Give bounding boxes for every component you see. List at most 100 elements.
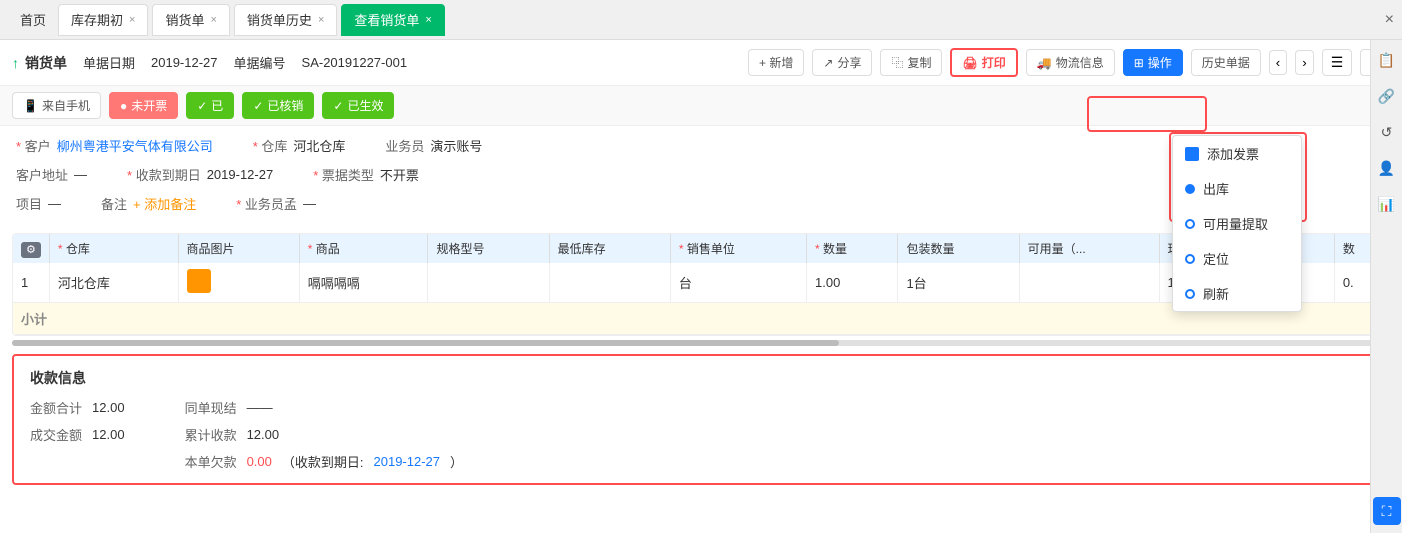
doc-date-label: 单据日期: [83, 53, 135, 72]
row-min-stock: [549, 263, 670, 303]
add-invoice-icon: [1185, 147, 1199, 161]
col-product: 商品: [299, 234, 428, 263]
sidebar-refresh-icon[interactable]: ↺: [1375, 120, 1399, 144]
employee-label: 业务员: [385, 136, 424, 155]
tab-sales-history[interactable]: 销货单历史 ×: [234, 4, 337, 36]
dropdown-available-qty[interactable]: 可用量提取: [1173, 206, 1301, 241]
address-value: —: [74, 167, 87, 182]
note-label: 备注: [101, 194, 127, 213]
logistics-icon: 🚚: [1037, 56, 1052, 70]
next-button[interactable]: ›: [1295, 50, 1313, 75]
dropdown-outbound[interactable]: 出库: [1173, 171, 1301, 206]
tab-close-sales[interactable]: ×: [210, 14, 216, 26]
doc-date-value: 2019-12-27: [151, 55, 218, 70]
right-sidebar: 📋 🔗 ↺ 👤 📊 ⛶: [1370, 40, 1402, 533]
from-phone-button[interactable]: 📱 来自手机: [12, 92, 101, 119]
project-field: 项目 —: [16, 194, 61, 213]
outbound-icon: [1185, 184, 1195, 194]
col-available: 可用量（...: [1019, 234, 1159, 263]
ticket-icon: ●: [120, 99, 127, 113]
sidebar-link-icon[interactable]: 🔗: [1375, 84, 1399, 108]
tab-close-inventory[interactable]: ×: [129, 14, 135, 26]
check-icon: ✓: [197, 99, 207, 113]
row-available: [1019, 263, 1159, 303]
tab-close-history[interactable]: ×: [318, 14, 324, 26]
employee-field: 业务员 演示账号: [385, 136, 482, 155]
tab-view-sales[interactable]: 查看销货单 ×: [341, 4, 444, 36]
row-index: 1: [13, 263, 49, 303]
row-qty: 1.00: [807, 263, 898, 303]
operations-button[interactable]: ⊞ 操作: [1123, 49, 1183, 76]
row-product: 嗝嗝嗝嗝: [299, 263, 428, 303]
product-image: [187, 269, 211, 293]
share-button[interactable]: ↗ 分享: [812, 49, 872, 76]
cancelled-button[interactable]: ✓ 已核销: [242, 92, 314, 119]
payment-col-left: 金额合计 12.00 成交金额 12.00: [30, 398, 125, 471]
horizontal-scrollbar[interactable]: [12, 340, 1390, 346]
effective-button[interactable]: ✓ 已生效: [322, 92, 394, 119]
cumulative-label: 累计收款: [185, 425, 237, 444]
outbound-label: 出库: [1203, 179, 1229, 198]
address-field: 客户地址 —: [16, 165, 87, 184]
available-qty-label: 可用量提取: [1203, 214, 1268, 233]
scrollbar-thumb[interactable]: [12, 340, 839, 346]
project-value: —: [48, 196, 61, 211]
row-spec: [428, 263, 549, 303]
col-warehouse: 仓库: [49, 234, 178, 263]
col-qty: 数量: [807, 234, 898, 263]
sidebar-expand-icon[interactable]: ⛶: [1373, 497, 1401, 525]
settings-icon[interactable]: ⚙: [21, 242, 41, 258]
locate-icon: [1185, 254, 1195, 264]
col-unit: 销售单位: [670, 234, 806, 263]
sidebar-chart-icon[interactable]: 📊: [1375, 192, 1399, 216]
col-pack-qty: 包装数量: [898, 234, 1019, 263]
customer-value[interactable]: 柳州粤港平安气体有限公司: [57, 136, 213, 155]
dropdown-add-invoice[interactable]: 添加发票: [1173, 136, 1301, 171]
history-button[interactable]: 历史单据: [1191, 49, 1261, 76]
doc-type-label: 销货单: [25, 53, 67, 73]
logistics-button[interactable]: 🚚 物流信息: [1026, 49, 1115, 76]
tab-home[interactable]: 首页: [8, 10, 58, 29]
confirmed-button[interactable]: ✓ 已: [186, 92, 234, 119]
customer-label: 客户: [16, 136, 51, 155]
print-icon: 🖨: [962, 56, 977, 70]
operations-dropdown: 添加发票 出库 可用量提取 定位 刷新: [1172, 135, 1302, 312]
dropdown-refresh[interactable]: 刷新: [1173, 276, 1301, 311]
copy-button[interactable]: ⿻ 复制: [880, 49, 942, 76]
payment-title: 收款信息: [30, 368, 1372, 388]
doc-header: ↑ 销货单 单据日期 2019-12-27 单据编号 SA-20191227-0…: [0, 40, 1402, 86]
sidebar-clipboard-icon[interactable]: 📋: [1375, 48, 1399, 72]
doc-title-area: ↑ 销货单: [12, 53, 67, 73]
row-warehouse: 河北仓库: [49, 263, 178, 303]
due-date-field: 收款到期日 2019-12-27: [127, 165, 273, 184]
prev-button[interactable]: ‹: [1269, 50, 1287, 75]
project-label: 项目: [16, 194, 42, 213]
doc-type-icon: ↑: [12, 55, 19, 71]
layout-list-button[interactable]: ☰: [1322, 49, 1353, 76]
deal-amount-label: 成交金额: [30, 425, 82, 444]
tab-close-view[interactable]: ×: [425, 14, 431, 26]
window-close-button[interactable]: ×: [1385, 11, 1394, 29]
same-order-label: 同单现结: [185, 398, 237, 417]
tab-inventory[interactable]: 库存期初 ×: [58, 4, 148, 36]
cumulative-value: 12.00: [247, 427, 280, 442]
tab-sales[interactable]: 销货单 ×: [152, 4, 229, 36]
col-image: 商品图片: [178, 234, 299, 263]
row-unit: 台: [670, 263, 806, 303]
operations-icon: ⊞: [1134, 56, 1144, 70]
ticket-field: 票据类型 不开票: [313, 165, 419, 184]
same-order-item: 同单现结 ——: [185, 398, 463, 417]
deal-amount-value: 12.00: [92, 427, 125, 442]
dropdown-locate[interactable]: 定位: [1173, 241, 1301, 276]
row-image: [178, 263, 299, 303]
add-button[interactable]: + 新增: [748, 49, 804, 76]
sidebar-user-icon[interactable]: 👤: [1375, 156, 1399, 180]
payment-col-right: 同单现结 —— 累计收款 12.00 本单欠款 0.00 （收款到期日: 201…: [185, 398, 463, 471]
refresh-icon: [1185, 289, 1195, 299]
not-open-ticket-button[interactable]: ● 未开票: [109, 92, 178, 119]
share-icon: ↗: [823, 56, 833, 70]
address-label: 客户地址: [16, 165, 68, 184]
print-button[interactable]: 🖨 打印: [950, 48, 1017, 77]
doc-number-label: 单据编号: [234, 53, 286, 72]
add-note-button[interactable]: + 添加备注: [133, 194, 196, 213]
